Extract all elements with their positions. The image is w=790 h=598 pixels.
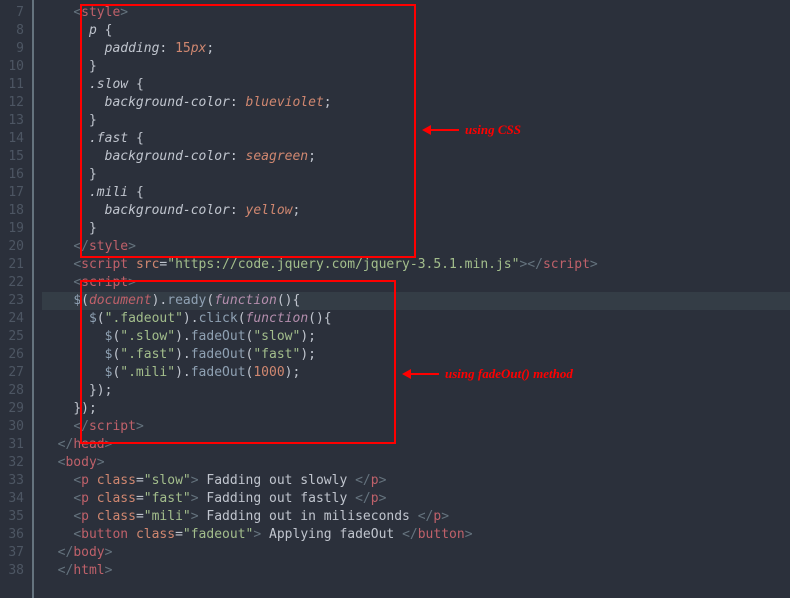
line-number: 23	[4, 292, 24, 310]
line-number: 37	[4, 544, 24, 562]
code-line[interactable]: <script src="https://code.jquery.com/jqu…	[42, 256, 790, 274]
line-number: 24	[4, 310, 24, 328]
line-number: 28	[4, 382, 24, 400]
code-line[interactable]: $(document).ready(function(){	[42, 292, 790, 310]
code-editor: 7891011121314151617181920212223242526272…	[0, 0, 790, 598]
line-number: 31	[4, 436, 24, 454]
line-number: 21	[4, 256, 24, 274]
line-number: 10	[4, 58, 24, 76]
line-number: 36	[4, 526, 24, 544]
code-line[interactable]: background-color: blueviolet;	[42, 94, 790, 112]
line-number: 22	[4, 274, 24, 292]
line-number: 19	[4, 220, 24, 238]
code-line[interactable]: <p class="slow"> Fadding out slowly </p>	[42, 472, 790, 490]
line-number: 14	[4, 130, 24, 148]
line-number: 27	[4, 364, 24, 382]
line-number: 34	[4, 490, 24, 508]
code-line[interactable]: $(".slow").fadeOut("slow");	[42, 328, 790, 346]
line-number: 29	[4, 400, 24, 418]
code-line[interactable]: <script>	[42, 274, 790, 292]
code-line[interactable]: background-color: seagreen;	[42, 148, 790, 166]
line-number: 16	[4, 166, 24, 184]
code-line[interactable]: $(".mili").fadeOut(1000);	[42, 364, 790, 382]
line-number: 35	[4, 508, 24, 526]
code-line[interactable]: }	[42, 166, 790, 184]
line-number: 18	[4, 202, 24, 220]
line-number: 20	[4, 238, 24, 256]
line-number: 12	[4, 94, 24, 112]
line-number: 26	[4, 346, 24, 364]
line-number: 15	[4, 148, 24, 166]
code-line[interactable]: });	[42, 382, 790, 400]
line-number: 33	[4, 472, 24, 490]
line-number: 13	[4, 112, 24, 130]
code-line[interactable]: p {	[42, 22, 790, 40]
line-number-gutter: 7891011121314151617181920212223242526272…	[0, 0, 34, 598]
code-line[interactable]: <button class="fadeout"> Applying fadeOu…	[42, 526, 790, 544]
code-line[interactable]: <body>	[42, 454, 790, 472]
code-line[interactable]: .slow {	[42, 76, 790, 94]
code-line[interactable]: </body>	[42, 544, 790, 562]
code-line[interactable]: </script>	[42, 418, 790, 436]
code-line[interactable]: }	[42, 112, 790, 130]
code-line[interactable]: padding: 15px;	[42, 40, 790, 58]
code-line[interactable]: });	[42, 400, 790, 418]
line-number: 11	[4, 76, 24, 94]
code-area[interactable]: using CSS using fadeOut() method <style>…	[34, 0, 790, 598]
code-line[interactable]: </head>	[42, 436, 790, 454]
code-line[interactable]: </style>	[42, 238, 790, 256]
line-number: 30	[4, 418, 24, 436]
code-line[interactable]: <p class="fast"> Fadding out fastly </p>	[42, 490, 790, 508]
line-number: 38	[4, 562, 24, 580]
line-number: 9	[4, 40, 24, 58]
code-line[interactable]: </html>	[42, 562, 790, 580]
code-line[interactable]: <style>	[42, 4, 790, 22]
code-line[interactable]: }	[42, 58, 790, 76]
code-line[interactable]: $(".fadeout").click(function(){	[42, 310, 790, 328]
code-line[interactable]: .fast {	[42, 130, 790, 148]
code-line[interactable]: background-color: yellow;	[42, 202, 790, 220]
code-line[interactable]: $(".fast").fadeOut("fast");	[42, 346, 790, 364]
line-number: 25	[4, 328, 24, 346]
line-number: 32	[4, 454, 24, 472]
code-line[interactable]: .mili {	[42, 184, 790, 202]
code-line[interactable]: <p class="mili"> Fadding out in miliseco…	[42, 508, 790, 526]
line-number: 8	[4, 22, 24, 40]
line-number: 17	[4, 184, 24, 202]
line-number: 7	[4, 4, 24, 22]
code-line[interactable]: }	[42, 220, 790, 238]
